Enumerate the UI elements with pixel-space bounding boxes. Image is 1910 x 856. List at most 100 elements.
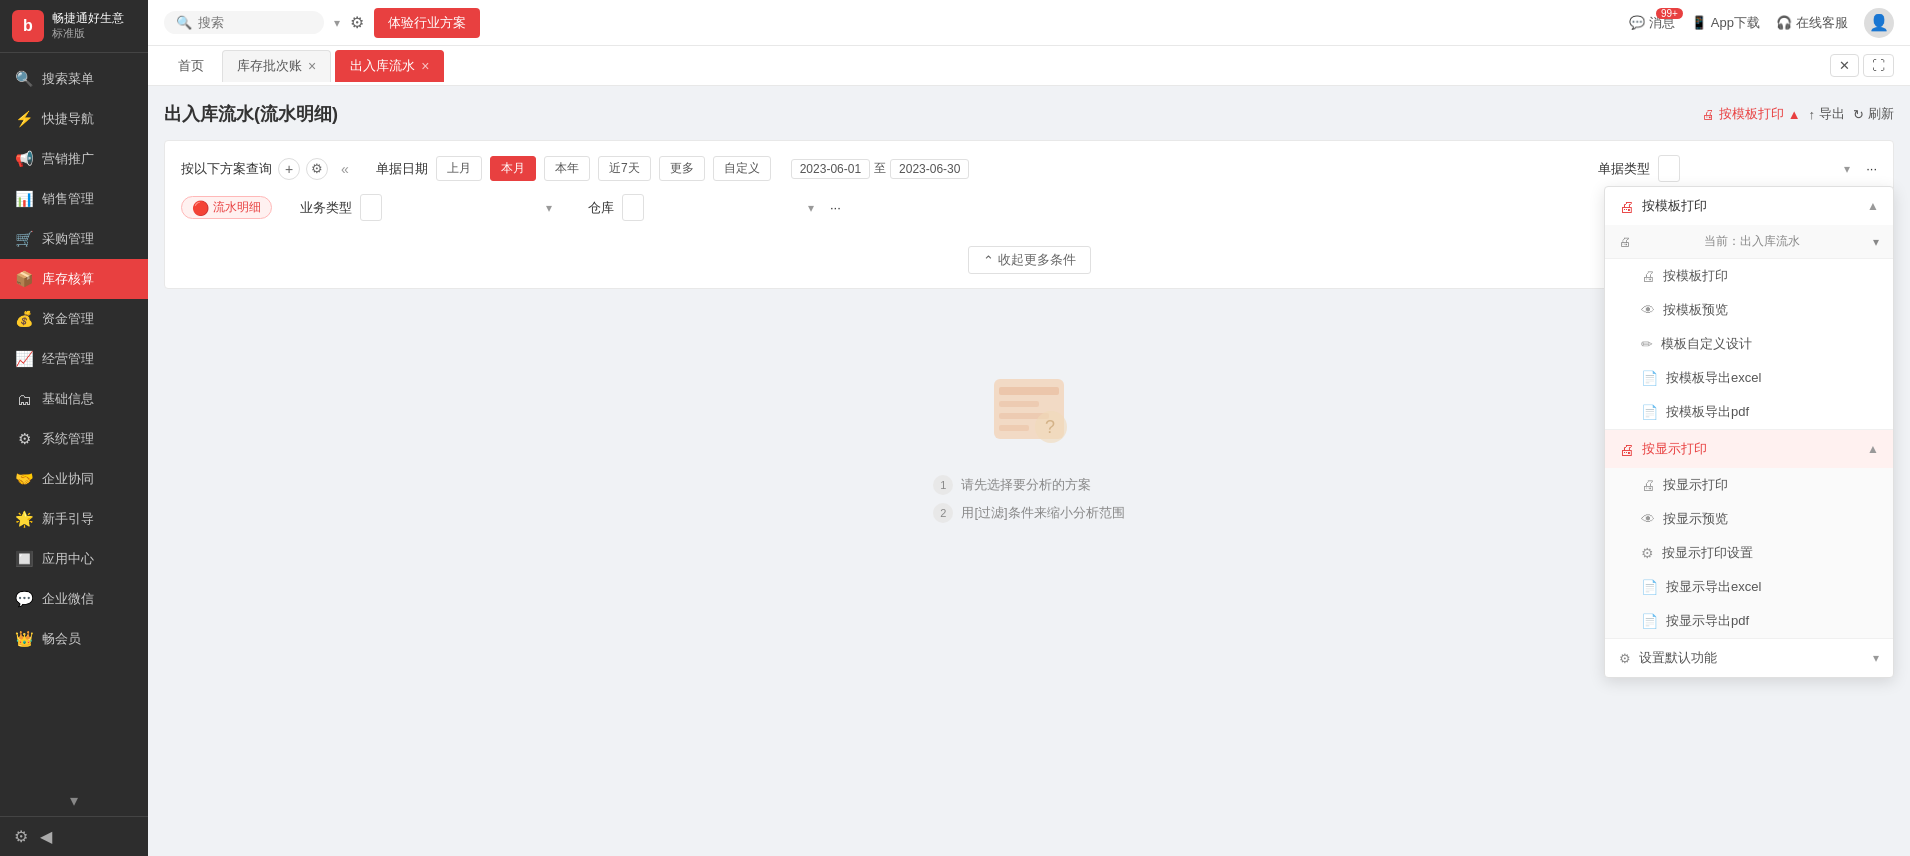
step-1-text: 请先选择要分析的方案 [961,476,1091,494]
dropdown-item-template-preview[interactable]: 👁 按模板预览 [1605,293,1893,327]
template-print-button[interactable]: 🖨 按模板打印 ▲ [1702,105,1801,123]
dropdown-item-template-design[interactable]: ✏ 模板自定义设计 [1605,327,1893,361]
app-download-label: App下载 [1711,14,1760,32]
sidebar-item-11[interactable]: 🌟新手引导 [0,499,148,539]
tab-inventory-batch-close[interactable]: × [308,59,316,73]
dropdown-template-header[interactable]: 🖨 按模板打印 ▲ [1605,187,1893,225]
filter-tag-label: 流水明细 [213,199,261,216]
app-logo-icon: b [12,10,44,42]
template-pdf-label: 按模板导出pdf [1666,403,1879,421]
filter-settings-button[interactable]: ⚙ [306,158,328,180]
dropdown-item-display-excel[interactable]: 📄 按显示导出excel [1605,570,1893,604]
sidebar-item-9[interactable]: ⚙系统管理 [0,419,148,459]
settings-icon[interactable]: ⚙ [14,827,28,846]
online-service-button[interactable]: 🎧 在线客服 [1776,14,1848,32]
date-7days[interactable]: 近7天 [598,156,651,181]
template-print-label: 按模板打印 [1719,105,1784,123]
dropdown-display-section: 🖨 按显示打印 ▲ 🖨 按显示打印 👁 按显示预览 ⚙ [1605,430,1893,639]
sidebar-item-4[interactable]: 🛒采购管理 [0,219,148,259]
sidebar-item-14[interactable]: 👑畅会员 [0,619,148,659]
date-custom[interactable]: 自定义 [713,156,771,181]
sidebar-icon-0: 🔍 [14,69,34,89]
date-this-month[interactable]: 本月 [490,156,536,181]
dropdown-item-display-print[interactable]: 🖨 按显示打印 [1605,468,1893,502]
filter-add-button[interactable]: + [278,158,300,180]
date-this-year[interactable]: 本年 [544,156,590,181]
collapse-more-btn[interactable]: ⌃ 收起更多条件 [968,246,1091,274]
dropdown-item-display-pdf[interactable]: 📄 按显示导出pdf [1605,604,1893,638]
display-print-label: 按显示打印 [1663,476,1879,494]
sidebar-item-2[interactable]: 📢营销推广 [0,139,148,179]
sidebar-item-8[interactable]: 🗂基础信息 [0,379,148,419]
voucher-type-select[interactable] [1658,155,1680,182]
topbar-actions: 💬 消息 99+ 📱 App下载 🎧 在线客服 👤 [1629,8,1894,38]
sidebar-icon-10: 🤝 [14,469,34,489]
filter-collapse-button[interactable]: « [334,158,356,180]
tab-home[interactable]: 首页 [164,50,218,82]
tabs-close-all[interactable]: ✕ [1830,54,1859,77]
sidebar-scroll-down[interactable]: ▾ [0,785,148,816]
sidebar-label-3: 销售管理 [42,190,94,208]
warehouse-ellipsis[interactable]: ··· [830,200,841,215]
current-label-text: 当前：出入库流水 [1704,233,1800,250]
date-range-start[interactable]: 2023-06-01 [791,159,870,179]
template-excel-label: 按模板导出excel [1666,369,1879,387]
sidebar-item-0[interactable]: 🔍搜索菜单 [0,59,148,99]
topbar-gear-icon[interactable]: ⚙ [350,13,364,32]
dropdown-display-header[interactable]: 🖨 按显示打印 ▲ [1605,430,1893,468]
dropdown-item-template-pdf[interactable]: 📄 按模板导出pdf [1605,395,1893,429]
sidebar-item-13[interactable]: 💬企业微信 [0,579,148,619]
default-function-icon: ⚙ [1619,651,1631,666]
refresh-button[interactable]: ↻ 刷新 [1853,105,1894,123]
current-label: 🖨 当前：出入库流水 ▾ [1605,225,1893,259]
sidebar-item-6[interactable]: 💰资金管理 [0,299,148,339]
sidebar-icon-11: 🌟 [14,509,34,529]
date-last-month[interactable]: 上月 [436,156,482,181]
sidebar: b 畅捷通好生意 标准版 🔍搜索菜单⚡快捷导航📢营销推广📊销售管理🛒采购管理📦库… [0,0,148,856]
empty-step-1: 1 请先选择要分析的方案 [933,475,1124,495]
sidebar-item-10[interactable]: 🤝企业协同 [0,459,148,499]
business-type-label: 业务类型 [300,199,352,217]
dropdown-default-section[interactable]: ⚙ 设置默认功能 ▾ [1605,639,1893,677]
sidebar-item-12[interactable]: 🔲应用中心 [0,539,148,579]
dropdown-item-display-preview[interactable]: 👁 按显示预览 [1605,502,1893,536]
tab-inventory-batch[interactable]: 库存批次账 × [222,50,331,82]
sidebar-item-5[interactable]: 📦库存核算 [0,259,148,299]
date-range-end[interactable]: 2023-06-30 [890,159,969,179]
warehouse-label: 仓库 [588,199,614,217]
collapse-icon[interactable]: ◀ [40,827,52,846]
sidebar-icon-13: 💬 [14,589,34,609]
topbar-chevron-icon[interactable]: ▾ [334,16,340,30]
app-download-button[interactable]: 📱 App下载 [1691,14,1760,32]
topbar-search[interactable]: 🔍 [164,11,324,34]
template-print-item-label: 按模板打印 [1663,267,1879,285]
display-section-icon: 🖨 [1619,441,1634,458]
business-type-select[interactable] [360,194,382,221]
tab-stock-flow-close[interactable]: × [421,59,429,73]
voucher-ellipsis[interactable]: ··· [1866,161,1877,176]
message-button[interactable]: 💬 消息 99+ [1629,14,1675,32]
template-print-chevron-up: ▲ [1788,107,1801,122]
filter-tag-flow[interactable]: 🔴 流水明细 [181,196,272,219]
scroll-down-button[interactable]: ▾ [70,791,78,810]
display-print-icon: 🖨 [1641,477,1655,493]
export-button[interactable]: ↑ 导出 [1809,105,1846,123]
date-more[interactable]: 更多 [659,156,705,181]
sidebar-item-7[interactable]: 📈经营管理 [0,339,148,379]
tabs-maximize[interactable]: ⛶ [1863,54,1894,77]
search-input[interactable] [198,15,298,30]
dropdown-item-template-excel[interactable]: 📄 按模板导出excel [1605,361,1893,395]
display-preview-label: 按显示预览 [1663,510,1879,528]
warehouse-select[interactable] [622,194,644,221]
user-avatar[interactable]: 👤 [1864,8,1894,38]
printer-icon: 🖨 [1702,107,1715,122]
dropdown-item-display-settings[interactable]: ⚙ 按显示打印设置 [1605,536,1893,570]
tab-stock-flow-label: 出入库流水 [350,57,415,75]
display-excel-label: 按显示导出excel [1666,578,1879,596]
display-excel-icon: 📄 [1641,579,1658,595]
dropdown-item-template-print[interactable]: 🖨 按模板打印 [1605,259,1893,293]
tab-stock-flow[interactable]: 出入库流水 × [335,50,444,82]
sidebar-item-1[interactable]: ⚡快捷导航 [0,99,148,139]
sidebar-item-3[interactable]: 📊销售管理 [0,179,148,219]
industry-solution-button[interactable]: 体验行业方案 [374,8,480,38]
